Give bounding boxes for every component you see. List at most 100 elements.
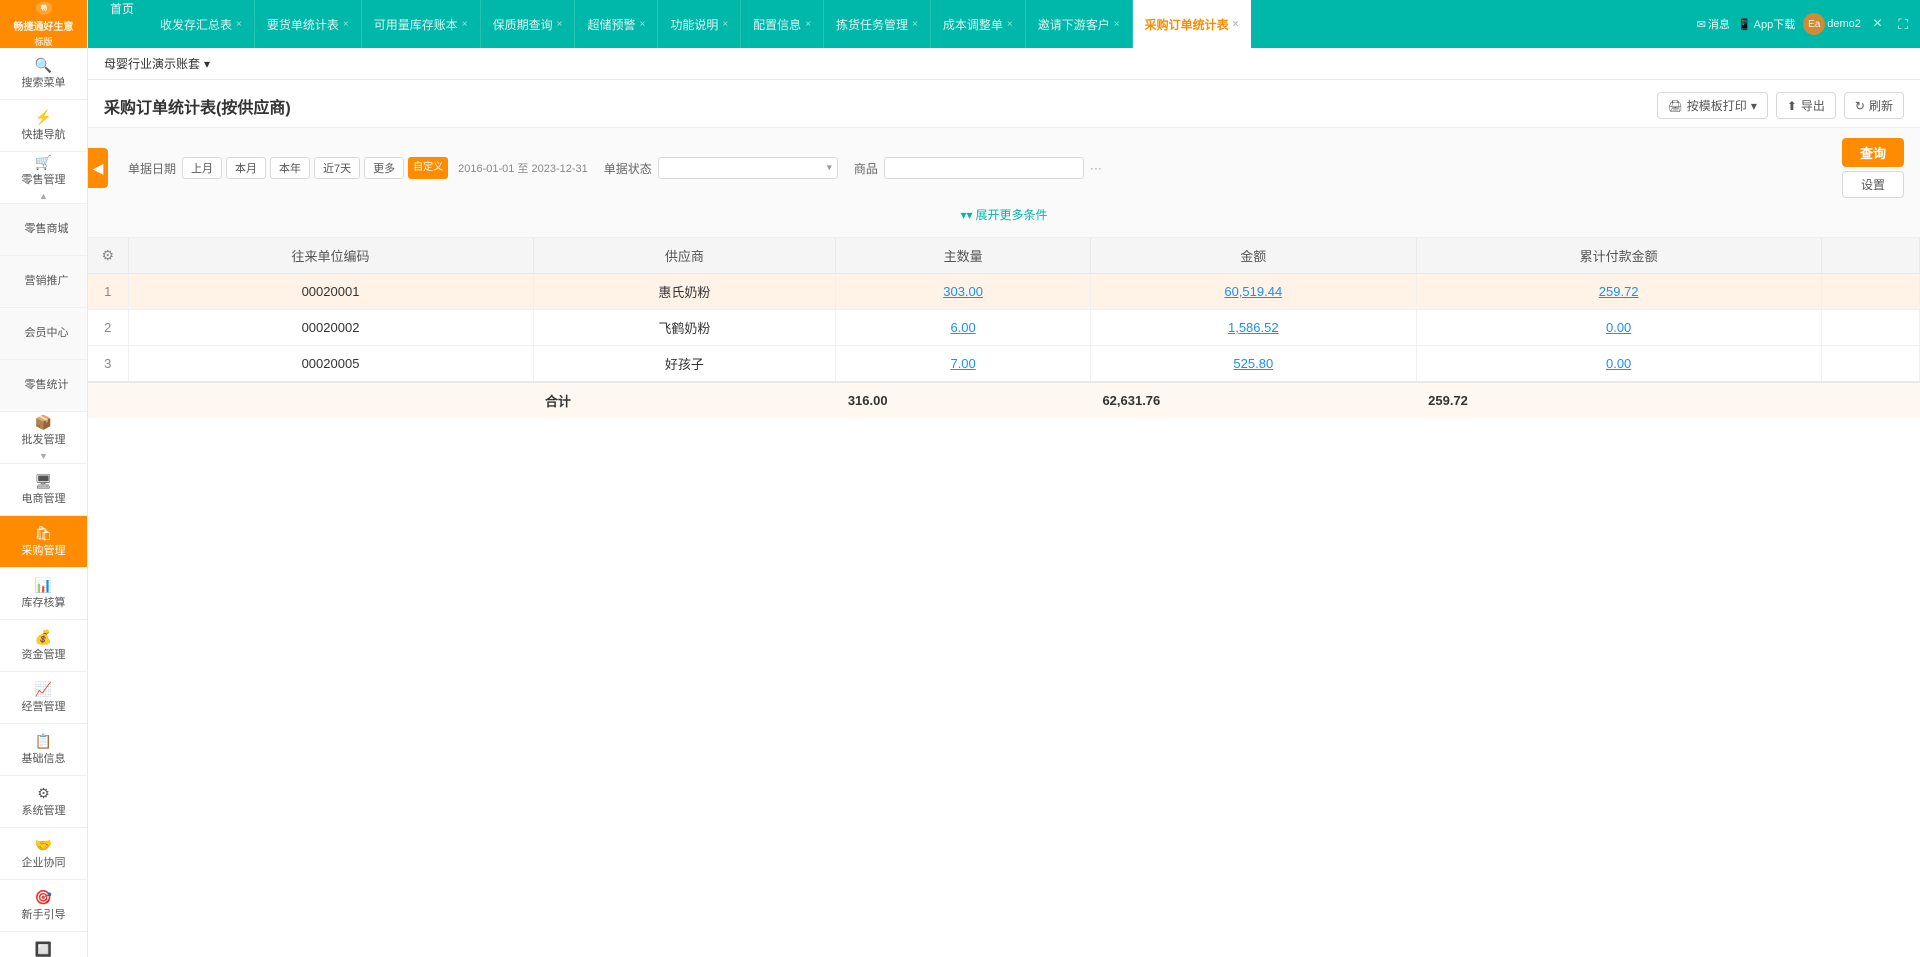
query-button[interactable]: 查询 bbox=[1842, 138, 1904, 167]
sidebar-item-retail-stat[interactable]: 零售统计 bbox=[0, 360, 87, 412]
filter-status-select[interactable] bbox=[658, 157, 838, 179]
window-maximize-btn[interactable]: ⛶ bbox=[1894, 16, 1912, 33]
filter-expand-button[interactable]: ▾▾ 展开更多条件 bbox=[952, 202, 1055, 227]
tab-3-close[interactable]: × bbox=[462, 19, 468, 30]
sidebar-item-marketing[interactable]: 营销推广 bbox=[0, 256, 87, 308]
avatar: Ea bbox=[1803, 13, 1825, 35]
sidebar-item-system[interactable]: ⚙ 系统管理 bbox=[0, 776, 87, 828]
tab-4-close[interactable]: × bbox=[557, 19, 563, 30]
filter-bar: ◀ 单据日期 上月 本月 本年 近7天 更多 自定义 2016-01-01 至 … bbox=[88, 128, 1920, 238]
tab-1[interactable]: 收发存汇总表 × bbox=[148, 0, 255, 48]
tab-6[interactable]: 功能说明 × bbox=[658, 0, 741, 48]
tab-7-close[interactable]: × bbox=[805, 19, 811, 30]
row-1-qty[interactable]: 303.00 bbox=[836, 274, 1091, 310]
tab-5-close[interactable]: × bbox=[639, 19, 645, 30]
sidebar-item-basic-label: 基础信息 bbox=[22, 753, 66, 766]
refresh-button[interactable]: ↻ 刷新 bbox=[1844, 92, 1904, 119]
tab-9-label: 成本调整单 bbox=[943, 16, 1003, 33]
tab-2-close[interactable]: × bbox=[343, 19, 349, 30]
window-close-btn[interactable]: × bbox=[1869, 15, 1886, 33]
app-download-btn[interactable]: 📱 App下载 bbox=[1738, 16, 1795, 32]
sidebar-item-quicknav[interactable]: ⚡ 快捷导航 bbox=[0, 100, 87, 152]
tab-4[interactable]: 保质期查询 × bbox=[481, 0, 576, 48]
filter-goods-input[interactable] bbox=[884, 157, 1084, 179]
tab-4-label: 保质期查询 bbox=[493, 16, 553, 33]
user-btn[interactable]: Ea demo2 bbox=[1803, 13, 1861, 35]
tab-3[interactable]: 可用量库存账本 × bbox=[362, 0, 481, 48]
sidebar-item-member[interactable]: 会员中心 bbox=[0, 308, 87, 360]
sidebar-item-wholesale[interactable]: 📦 批发管理 ▼ bbox=[0, 412, 87, 464]
retail-expand-icon: ▲ bbox=[39, 191, 48, 201]
sidebar-item-ecommerce[interactable]: 🖥 电商管理 bbox=[0, 464, 87, 516]
search-icon: 🔍 bbox=[35, 57, 52, 74]
tab-7-label: 配置信息 bbox=[753, 16, 801, 33]
tab-11[interactable]: 采购订单统计表 × bbox=[1133, 0, 1252, 48]
sidebar-item-retail[interactable]: 🛒 零售管理 ▲ bbox=[0, 152, 87, 204]
filter-goods-more-icon[interactable]: ··· bbox=[1090, 161, 1102, 175]
sidebar-item-purchase[interactable]: 🛍 采购管理 bbox=[0, 516, 87, 568]
row-1-code: 00020001 bbox=[128, 274, 533, 310]
tab-8-close[interactable]: × bbox=[912, 19, 918, 30]
tab-2[interactable]: 要货单统计表 × bbox=[255, 0, 362, 48]
row-3-paid[interactable]: 0.00 bbox=[1416, 346, 1821, 383]
col-code: 往来单位编码 bbox=[128, 238, 533, 274]
tab-7[interactable]: 配置信息 × bbox=[741, 0, 824, 48]
app-logo-sub: 标版 bbox=[34, 35, 52, 48]
row-2-amount[interactable]: 1,586.52 bbox=[1090, 310, 1416, 346]
tab-5[interactable]: 超储预警 × bbox=[575, 0, 658, 48]
sidebar-item-retail-label: 零售管理 bbox=[22, 174, 66, 187]
filter-collapse-btn[interactable]: ◀ bbox=[88, 148, 108, 188]
row-1-amount[interactable]: 60,519.44 bbox=[1090, 274, 1416, 310]
tab-9-close[interactable]: × bbox=[1007, 19, 1013, 30]
print-chevron-icon: ▾ bbox=[1751, 99, 1757, 113]
sidebar-item-appcenter[interactable]: 🔲 应用中心 bbox=[0, 932, 87, 957]
row-2-qty[interactable]: 6.00 bbox=[836, 310, 1091, 346]
sidebar-item-member-label: 会员中心 bbox=[25, 327, 69, 340]
filter-quick-btns: 上月 本月 本年 近7天 更多 自定义 bbox=[182, 157, 448, 179]
sidebar-item-system-label: 系统管理 bbox=[22, 805, 66, 818]
sidebar-item-inventory-label: 库存核算 bbox=[22, 597, 66, 610]
quick-btn-more[interactable]: 更多 bbox=[364, 157, 404, 179]
sidebar-item-operations[interactable]: 📈 经营管理 bbox=[0, 672, 87, 724]
tab-9[interactable]: 成本调整单 × bbox=[931, 0, 1026, 48]
tab-10-close[interactable]: × bbox=[1114, 19, 1120, 30]
quick-btn-7days[interactable]: 近7天 bbox=[314, 157, 360, 179]
tab-8-label: 拣货任务管理 bbox=[836, 16, 908, 33]
tab-8[interactable]: 拣货任务管理 × bbox=[824, 0, 931, 48]
quick-btn-this-year[interactable]: 本年 bbox=[270, 157, 310, 179]
workspace-chevron-icon: ▾ bbox=[204, 57, 210, 71]
sidebar-item-guide[interactable]: 🎯 新手引导 bbox=[0, 880, 87, 932]
tab-6-close[interactable]: × bbox=[722, 19, 728, 30]
sidebar-item-operations-label: 经营管理 bbox=[22, 701, 66, 714]
row-1-paid[interactable]: 259.72 bbox=[1416, 274, 1821, 310]
row-3-amount[interactable]: 525.80 bbox=[1090, 346, 1416, 383]
row-2-paid[interactable]: 0.00 bbox=[1416, 310, 1821, 346]
quick-btn-this-month[interactable]: 本月 bbox=[226, 157, 266, 179]
sidebar-item-basic[interactable]: 📋 基础信息 bbox=[0, 724, 87, 776]
quick-btn-last-month[interactable]: 上月 bbox=[182, 157, 222, 179]
settings-button[interactable]: 设置 bbox=[1842, 171, 1904, 198]
message-btn[interactable]: ✉ 消息 bbox=[1697, 16, 1730, 32]
tab-1-close[interactable]: × bbox=[236, 19, 242, 30]
row-3-qty[interactable]: 7.00 bbox=[836, 346, 1091, 383]
column-settings-icon[interactable]: ⚙ bbox=[101, 247, 114, 263]
app-logo: 畅 畅捷通好生意 标版 bbox=[0, 0, 87, 48]
system-icon: ⚙ bbox=[37, 785, 50, 802]
home-tab[interactable]: 首页 bbox=[96, 0, 148, 48]
filter-status-label: 单据状态 bbox=[604, 160, 652, 177]
row-1-supplier: 惠氏奶粉 bbox=[533, 274, 836, 310]
guide-icon: 🎯 bbox=[35, 889, 52, 906]
col-amount: 金额 bbox=[1090, 238, 1416, 274]
tab-10[interactable]: 邀请下游客户 × bbox=[1026, 0, 1133, 48]
print-button[interactable]: 🖨 按模板打印 ▾ bbox=[1657, 92, 1768, 119]
export-button[interactable]: ⬆ 导出 bbox=[1776, 92, 1836, 119]
workspace-selector[interactable]: 母婴行业演示账套 ▾ bbox=[104, 55, 210, 72]
sidebar-item-marketing-label: 营销推广 bbox=[25, 275, 69, 288]
sidebar-item-retail-mall[interactable]: 零售商城 bbox=[0, 204, 87, 256]
sidebar-item-search[interactable]: 🔍 搜索菜单 bbox=[0, 48, 87, 100]
sidebar-item-inventory[interactable]: 📊 库存核算 bbox=[0, 568, 87, 620]
tab-11-close[interactable]: × bbox=[1233, 19, 1239, 30]
sidebar-item-enterprise[interactable]: 🤝 企业协同 bbox=[0, 828, 87, 880]
workspace-label: 母婴行业演示账套 bbox=[104, 55, 200, 72]
sidebar-item-finance[interactable]: 💰 资金管理 bbox=[0, 620, 87, 672]
